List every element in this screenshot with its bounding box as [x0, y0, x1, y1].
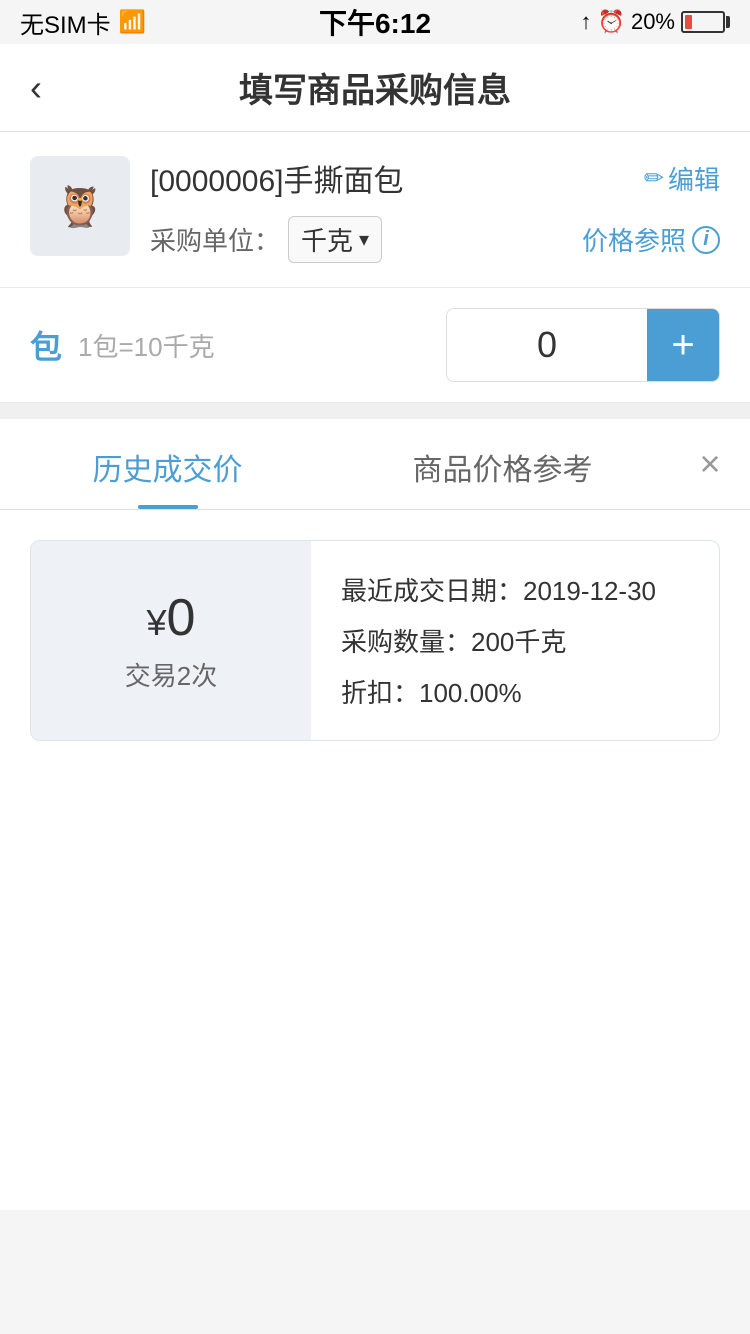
trade-count: 交易2次: [125, 656, 217, 693]
edit-icon: ✏: [644, 164, 664, 193]
separator: [0, 403, 750, 419]
status-carrier: 无SIM卡 📶: [20, 5, 146, 40]
plus-icon: +: [671, 325, 694, 365]
battery-percent: 20%: [631, 9, 675, 35]
package-icon: 包: [30, 322, 62, 368]
discount-row: 折扣：100.00%: [341, 673, 689, 710]
edit-button[interactable]: ✏ 编辑: [644, 160, 720, 197]
price-panel: ¥0 交易2次 最近成交日期：2019-12-30 采购数量：200千克 折扣：…: [0, 510, 750, 771]
info-icon: i: [692, 226, 720, 254]
battery-icon: [681, 11, 730, 33]
product-info: [0000006]手撕面包 ✏ 编辑 采购单位： 千克 ▾ 价格参照: [150, 156, 720, 263]
quantity-input[interactable]: [447, 310, 647, 380]
status-right: ↑ ⏰ 20%: [581, 9, 730, 35]
status-bar: 无SIM卡 📶 下午6:12 ↑ ⏰ 20%: [0, 0, 750, 44]
tab-active-indicator: [138, 505, 198, 509]
carrier-text: 无SIM卡: [20, 5, 111, 40]
history-card: ¥0 交易2次 最近成交日期：2019-12-30 采购数量：200千克 折扣：…: [30, 540, 720, 741]
recent-date-row: 最近成交日期：2019-12-30: [341, 571, 689, 608]
history-price-block: ¥0 交易2次: [31, 541, 311, 740]
quantity-row: 包 1包=10千克 +: [0, 288, 750, 403]
nav-bar: ‹ 填写商品采购信息: [0, 44, 750, 132]
quantity-plus-button[interactable]: +: [647, 309, 719, 381]
dropdown-arrow-icon: ▾: [359, 227, 369, 252]
location-icon: ↑: [581, 9, 592, 35]
price-ref-button[interactable]: 价格参照 i: [582, 221, 720, 258]
main-content: ¥0 交易2次 最近成交日期：2019-12-30 采购数量：200千克 折扣：…: [0, 510, 750, 1210]
wifi-icon: 📶: [119, 9, 146, 35]
history-detail-block: 最近成交日期：2019-12-30 采购数量：200千克 折扣：100.00%: [311, 541, 719, 740]
tab-bar: 历史成交价 商品价格参考 ×: [0, 419, 750, 510]
back-button[interactable]: ‹: [30, 67, 42, 109]
unit-convert-label: 1包=10千克: [78, 327, 215, 364]
close-icon: ×: [699, 443, 720, 485]
history-price-value: ¥0: [147, 588, 196, 648]
page-title: 填写商品采购信息: [239, 63, 511, 112]
quantity-control: +: [446, 308, 720, 382]
alarm-icon: ⏰: [598, 9, 625, 35]
tab-product-ref[interactable]: 商品价格参考: [335, 419, 670, 509]
unit-select[interactable]: 千克 ▾: [288, 216, 382, 263]
unit-label: 采购单位： 千克 ▾: [150, 216, 382, 263]
product-card: 🦉 [0000006]手撕面包 ✏ 编辑 采购单位： 千克 ▾: [0, 132, 750, 288]
product-thumbnail: 🦉: [30, 156, 130, 256]
product-name: [0000006]手撕面包: [150, 156, 403, 200]
tab-close-button[interactable]: ×: [670, 423, 750, 505]
status-time: 下午6:12: [319, 2, 431, 42]
purchase-qty-row: 采购数量：200千克: [341, 622, 689, 659]
tab-history-price[interactable]: 历史成交价: [0, 419, 335, 509]
product-thumbnail-icon: 🦉: [55, 183, 105, 230]
